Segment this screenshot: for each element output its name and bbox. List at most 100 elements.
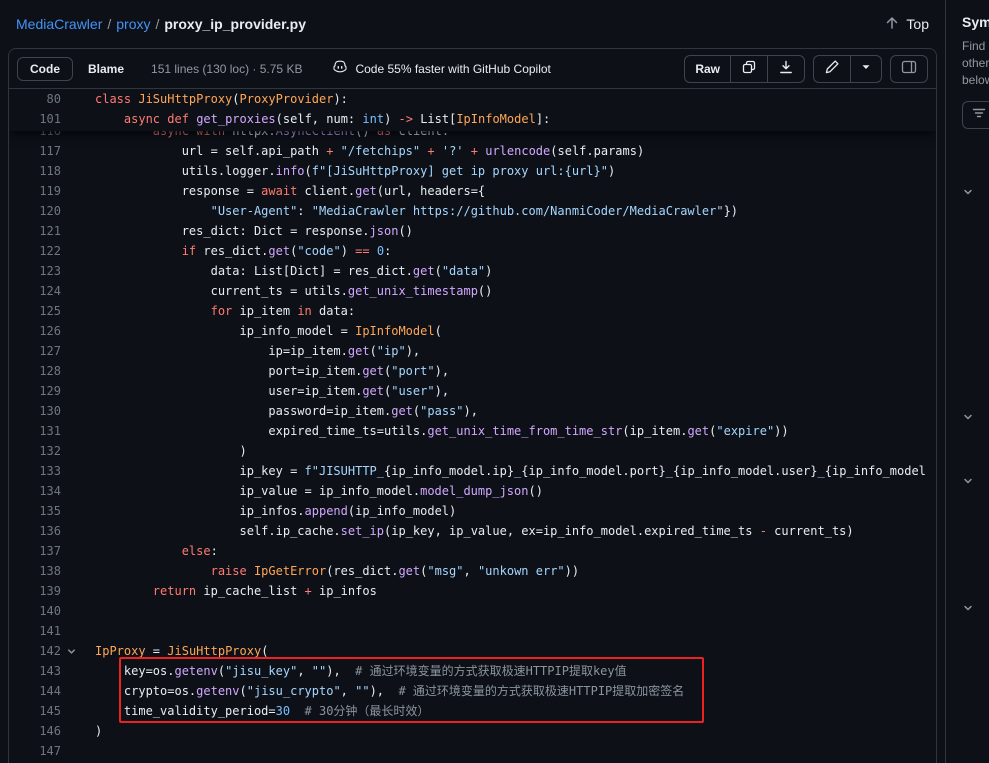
chevron-down-icon[interactable] bbox=[960, 184, 976, 200]
code-line: 142 IpProxy = JiSuHttpProxy( bbox=[9, 641, 936, 661]
line-number[interactable]: 131 bbox=[9, 421, 61, 441]
line-number[interactable]: 124 bbox=[9, 281, 61, 301]
code-text: else: bbox=[81, 541, 218, 561]
breadcrumb-separator: / bbox=[107, 16, 111, 32]
line-number[interactable]: 134 bbox=[9, 481, 61, 501]
line-number[interactable]: 136 bbox=[9, 521, 61, 541]
line-number[interactable]: 144 bbox=[9, 681, 61, 701]
line-number[interactable]: 126 bbox=[9, 321, 61, 341]
line-number[interactable]: 133 bbox=[9, 461, 61, 481]
pencil-icon bbox=[824, 59, 840, 78]
code-text: ) bbox=[81, 441, 247, 461]
code-line: 122 if res_dict.get("code") == 0: bbox=[9, 241, 936, 261]
breadcrumb-current-file: proxy_ip_provider.py bbox=[164, 16, 306, 32]
line-number[interactable]: 129 bbox=[9, 381, 61, 401]
copilot-promo-text: Code 55% faster with GitHub Copilot bbox=[355, 62, 550, 76]
code-text: ip_infos.append(ip_info_model) bbox=[81, 501, 456, 521]
arrow-up-icon bbox=[884, 15, 900, 34]
line-number[interactable]: 123 bbox=[9, 261, 61, 281]
sidebar-panel-icon bbox=[901, 59, 917, 78]
line-number[interactable]: 139 bbox=[9, 581, 61, 601]
chevron-down-icon[interactable] bbox=[960, 409, 976, 425]
edit-button[interactable] bbox=[813, 55, 851, 83]
code-line: 119 response = await client.get(url, hea… bbox=[9, 181, 936, 201]
line-number[interactable]: 130 bbox=[9, 401, 61, 421]
sticky-context-lines: 80class JiSuHttpProxy(ProxyProvider):101… bbox=[9, 89, 936, 131]
code-text: response = await client.get(url, headers… bbox=[81, 181, 485, 201]
download-button[interactable] bbox=[767, 55, 805, 83]
line-number[interactable]: 121 bbox=[9, 221, 61, 241]
copilot-icon bbox=[332, 59, 348, 78]
line-number[interactable]: 80 bbox=[9, 89, 61, 109]
line-number[interactable]: 145 bbox=[9, 701, 61, 721]
line-number[interactable]: 140 bbox=[9, 601, 61, 621]
code-text: for ip_item in data: bbox=[81, 301, 355, 321]
line-number[interactable]: 127 bbox=[9, 341, 61, 361]
breadcrumb-repo-link[interactable]: MediaCrawler bbox=[16, 16, 102, 32]
filter-symbols-input[interactable] bbox=[962, 101, 989, 129]
symbols-panel-title: Symbols bbox=[962, 14, 989, 30]
file-container: Code Blame 151 lines (130 loc) · 5.75 KB… bbox=[8, 48, 937, 763]
chevron-down-icon[interactable] bbox=[960, 600, 976, 616]
code-text: current_ts = utils.get_unix_timestamp() bbox=[81, 281, 492, 301]
edit-button-group bbox=[813, 55, 882, 83]
breadcrumb: MediaCrawler / proxy / proxy_ip_provider… bbox=[0, 0, 945, 48]
line-number[interactable]: 118 bbox=[9, 161, 61, 181]
line-number[interactable]: 135 bbox=[9, 501, 61, 521]
code-line: 120 "User-Agent": "MediaCrawler https://… bbox=[9, 201, 936, 221]
line-number[interactable]: 143 bbox=[9, 661, 61, 681]
tab-blame[interactable]: Blame bbox=[75, 57, 137, 81]
code-line: 121 res_dict: Dict = response.json() bbox=[9, 221, 936, 241]
code-line: 141 bbox=[9, 621, 936, 641]
line-number[interactable]: 142 bbox=[9, 641, 61, 661]
line-number[interactable]: 101 bbox=[9, 109, 61, 129]
code-line: 136 self.ip_cache.set_ip(ip_key, ip_valu… bbox=[9, 521, 936, 541]
code-line: 131 expired_time_ts=utils.get_unix_time_… bbox=[9, 421, 936, 441]
code-line: 145 time_validity_period=30 # 30分钟（最长时效） bbox=[9, 701, 936, 721]
line-number[interactable]: 138 bbox=[9, 561, 61, 581]
line-number[interactable]: 146 bbox=[9, 721, 61, 741]
back-to-top-button[interactable]: Top bbox=[884, 15, 929, 34]
filter-icon bbox=[971, 105, 987, 126]
code-line: 129 user=ip_item.get("user"), bbox=[9, 381, 936, 401]
code-line: 101 async def get_proxies(self, num: int… bbox=[9, 109, 936, 129]
code-line: 126 ip_info_model = IpInfoModel( bbox=[9, 321, 936, 341]
github-file-view: MediaCrawler / proxy / proxy_ip_provider… bbox=[0, 0, 989, 763]
copy-raw-button[interactable] bbox=[730, 55, 768, 83]
line-number[interactable]: 132 bbox=[9, 441, 61, 461]
code-text: key=os.getenv("jisu_key", ""), # 通过环境变量的… bbox=[81, 661, 627, 681]
code-text: res_dict: Dict = response.json() bbox=[81, 221, 413, 241]
line-number[interactable]: 117 bbox=[9, 141, 61, 161]
edit-dropdown-button[interactable] bbox=[850, 55, 882, 83]
code-text: ip_info_model = IpInfoModel( bbox=[81, 321, 442, 341]
chevron-down-icon[interactable] bbox=[960, 473, 976, 489]
tab-code[interactable]: Code bbox=[17, 57, 73, 81]
code-text: crypto=os.getenv("jisu_crypto", ""), # 通… bbox=[81, 681, 684, 701]
fold-toggle-icon[interactable] bbox=[61, 646, 81, 657]
raw-copy-download-group: Raw bbox=[684, 55, 805, 83]
code-blame-switcher: Code Blame bbox=[17, 57, 137, 81]
symbols-panel-toggle[interactable] bbox=[890, 55, 928, 83]
line-number[interactable]: 128 bbox=[9, 361, 61, 381]
line-number[interactable]: 120 bbox=[9, 201, 61, 221]
code-text: password=ip_item.get("pass"), bbox=[81, 401, 478, 421]
copy-icon bbox=[741, 59, 757, 78]
code-text: url = self.api_path + "/fetchips" + '?' … bbox=[81, 141, 644, 161]
line-number[interactable]: 125 bbox=[9, 301, 61, 321]
line-number[interactable]: 137 bbox=[9, 541, 61, 561]
code-lines: 116 async with httpx.AsyncClient() as cl… bbox=[9, 89, 936, 761]
breadcrumb-separator: / bbox=[155, 16, 159, 32]
raw-button[interactable]: Raw bbox=[684, 55, 731, 83]
code-line: 124 current_ts = utils.get_unix_timestam… bbox=[9, 281, 936, 301]
code-text: user=ip_item.get("user"), bbox=[81, 381, 449, 401]
code-line: 133 ip_key = f"JISUHTTP_{ip_info_model.i… bbox=[9, 461, 936, 481]
code-viewer[interactable]: 116 async with httpx.AsyncClient() as cl… bbox=[9, 89, 936, 763]
line-number[interactable]: 141 bbox=[9, 621, 61, 641]
code-text: IpProxy = JiSuHttpProxy( bbox=[81, 641, 268, 661]
breadcrumb-folder-link[interactable]: proxy bbox=[116, 16, 150, 32]
code-line: 137 else: bbox=[9, 541, 936, 561]
copilot-promo[interactable]: Code 55% faster with GitHub Copilot bbox=[332, 59, 550, 78]
line-number[interactable]: 122 bbox=[9, 241, 61, 261]
line-number[interactable]: 147 bbox=[9, 741, 61, 761]
line-number[interactable]: 119 bbox=[9, 181, 61, 201]
